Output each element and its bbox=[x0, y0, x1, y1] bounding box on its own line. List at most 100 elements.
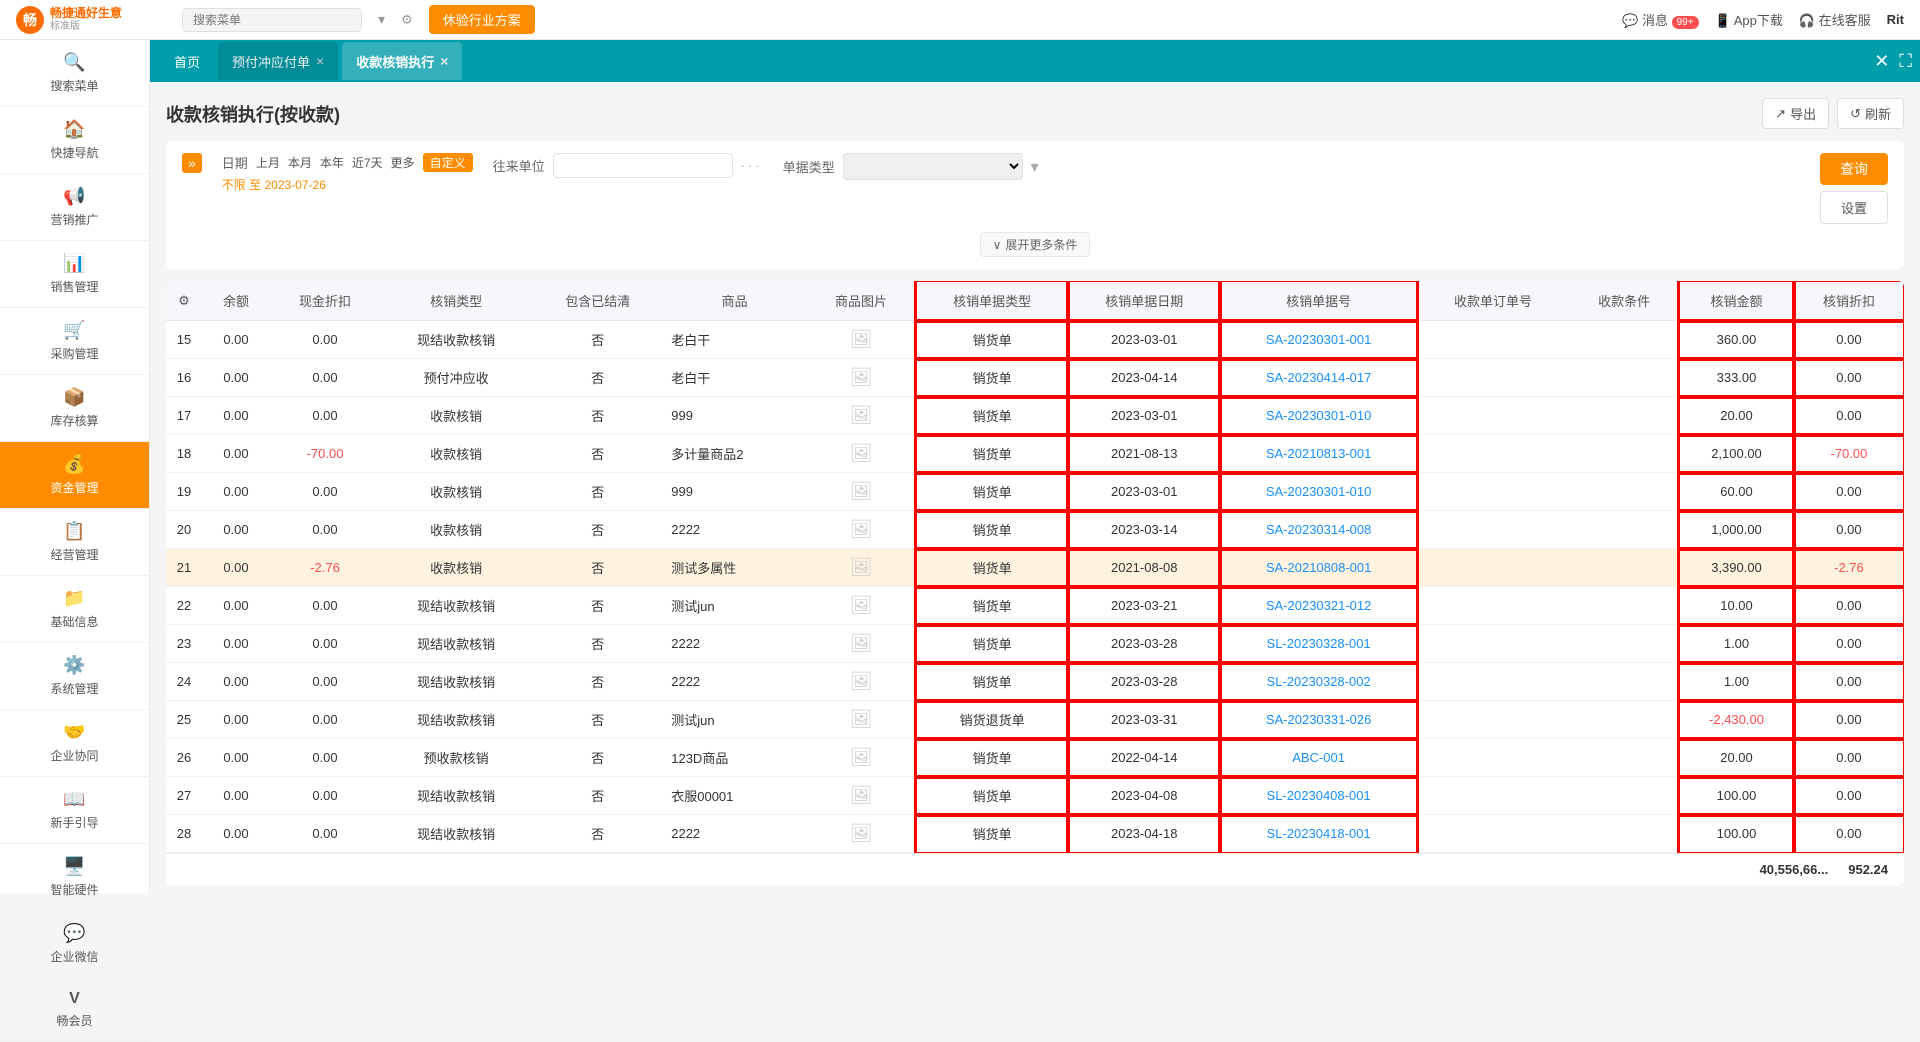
table-cell: 否 bbox=[532, 777, 663, 815]
user-name[interactable]: Rit bbox=[1887, 12, 1904, 27]
wo-number-link[interactable]: SA-20230301-001 bbox=[1266, 332, 1372, 347]
sidebar-item-operations[interactable]: 📋 经营管理 bbox=[0, 509, 149, 576]
table-cell bbox=[1569, 511, 1679, 549]
table-cell: 否 bbox=[532, 701, 663, 739]
app-name: 畅捷通好生意 bbox=[50, 6, 122, 20]
wo-number-link[interactable]: SL-20230408-001 bbox=[1267, 788, 1371, 803]
table-cell[interactable]: SA-20210813-001 bbox=[1220, 435, 1417, 473]
table-cell: 销货单 bbox=[916, 359, 1068, 397]
settings-button[interactable]: 设置 bbox=[1820, 191, 1888, 224]
wo-number-link[interactable]: SA-20210808-001 bbox=[1266, 560, 1372, 575]
top-search-input[interactable] bbox=[182, 8, 362, 32]
industry-btn[interactable]: 休验行业方案 bbox=[429, 5, 535, 34]
dropdown-icon[interactable]: ▾ bbox=[378, 11, 385, 28]
table-cell[interactable]: SL-20230328-001 bbox=[1220, 625, 1417, 663]
table-cell: 0.00 bbox=[1794, 625, 1904, 663]
wo-number-link[interactable]: SA-20230331-026 bbox=[1266, 712, 1372, 727]
sidebar-item-system[interactable]: ⚙️ 系统管理 bbox=[0, 643, 149, 710]
date-7days[interactable]: 近7天 bbox=[352, 154, 383, 171]
table-cell bbox=[1417, 321, 1569, 359]
table-cell bbox=[1417, 777, 1569, 815]
tab-prepay[interactable]: 预付冲应付单 × bbox=[218, 42, 338, 80]
maximize-icon[interactable]: ⛶ bbox=[1899, 51, 1912, 72]
table-cell: 60.00 bbox=[1679, 473, 1794, 511]
table-cell: 26 bbox=[166, 739, 202, 777]
table-cell[interactable]: SA-20230331-026 bbox=[1220, 701, 1417, 739]
date-last-month[interactable]: 上月 bbox=[256, 154, 280, 171]
table-cell bbox=[1569, 473, 1679, 511]
table-cell: 0.00 bbox=[270, 359, 380, 397]
app-download[interactable]: 📱 App下载 bbox=[1715, 10, 1783, 29]
table-row: 160.000.00预付冲应收否老白干🖼销货单2023-04-14SA-2023… bbox=[166, 359, 1904, 397]
wo-number-link[interactable]: SL-20230418-001 bbox=[1267, 826, 1371, 841]
wo-number-link[interactable]: SA-20230301-010 bbox=[1266, 484, 1372, 499]
wo-number-link[interactable]: SA-20230321-012 bbox=[1266, 598, 1372, 613]
col-settings-header[interactable]: ⚙ bbox=[166, 281, 202, 321]
sidebar-item-collab[interactable]: 🤝 企业协同 bbox=[0, 710, 149, 777]
sidebar-item-nav[interactable]: 🏠 快捷导航 bbox=[0, 107, 149, 174]
date-this-year[interactable]: 本年 bbox=[320, 154, 344, 171]
table-cell[interactable]: SL-20230418-001 bbox=[1220, 815, 1417, 853]
messages-icon[interactable]: 💬 消息 99+ bbox=[1622, 10, 1698, 29]
table-cell bbox=[1417, 549, 1569, 587]
date-more[interactable]: 更多 bbox=[391, 154, 415, 171]
main-layout: 🔍 搜索菜单 🏠 快捷导航 📢 营销推广 📊 销售管理 🛒 采购管理 📦 库存核… bbox=[0, 40, 1920, 893]
date-custom-btn[interactable]: 自定义 bbox=[423, 153, 473, 172]
sidebar-item-purchase[interactable]: 🛒 采购管理 bbox=[0, 308, 149, 375]
gear-icon[interactable]: ⚙ bbox=[401, 12, 413, 28]
wo-number-link[interactable]: SL-20230328-001 bbox=[1267, 636, 1371, 651]
voucher-type-select[interactable] bbox=[843, 153, 1023, 180]
table-cell[interactable]: SA-20230301-010 bbox=[1220, 473, 1417, 511]
table-cell[interactable]: SL-20230328-002 bbox=[1220, 663, 1417, 701]
expand-btn[interactable]: ∨ 展开更多条件 bbox=[980, 232, 1091, 257]
sidebar-item-wechat[interactable]: 💬 企业微信 bbox=[0, 911, 149, 978]
sidebar-item-inventory[interactable]: 📦 库存核算 bbox=[0, 375, 149, 442]
wo-number-link[interactable]: SA-20230301-010 bbox=[1266, 408, 1372, 423]
wo-number-link[interactable]: SA-20230314-008 bbox=[1266, 522, 1372, 537]
sidebar-item-hardware[interactable]: 🖥️ 智能硬件 bbox=[0, 844, 149, 911]
table-cell: 2222 bbox=[663, 625, 806, 663]
partner-input[interactable] bbox=[553, 153, 733, 178]
sidebar-item-base[interactable]: 📁 基础信息 bbox=[0, 576, 149, 643]
tab-writeoff-close[interactable]: × bbox=[440, 53, 448, 69]
table-cell[interactable]: SA-20230414-017 bbox=[1220, 359, 1417, 397]
tab-prepay-close[interactable]: × bbox=[316, 53, 324, 69]
date-this-month[interactable]: 本月 bbox=[288, 154, 312, 171]
table-cell: 0.00 bbox=[202, 397, 270, 435]
wo-number-link[interactable]: ABC-001 bbox=[1292, 750, 1345, 765]
table-cell[interactable]: ABC-001 bbox=[1220, 739, 1417, 777]
refresh-button[interactable]: ↺ 刷新 bbox=[1837, 98, 1904, 129]
table-cell[interactable]: SA-20230301-010 bbox=[1220, 397, 1417, 435]
table-cell[interactable]: SA-20230301-001 bbox=[1220, 321, 1417, 359]
table-row: 190.000.00收款核销否999🖼销货单2023-03-01SA-20230… bbox=[166, 473, 1904, 511]
close-window-icon[interactable]: ✕ bbox=[1874, 51, 1889, 72]
table-cell[interactable]: SA-20210808-001 bbox=[1220, 549, 1417, 587]
data-table: ⚙ 余额 现金折扣 核销类型 包含已结清 商品 商品图片 核销单据类型 核销单据… bbox=[166, 281, 1904, 853]
search-button[interactable]: 查询 bbox=[1820, 153, 1888, 185]
wo-number-link[interactable]: SA-20230414-017 bbox=[1266, 370, 1372, 385]
sidebar-item-guide[interactable]: 📖 新手引导 bbox=[0, 777, 149, 844]
table-cell: 2,100.00 bbox=[1679, 435, 1794, 473]
sidebar-item-search[interactable]: 🔍 搜索菜单 bbox=[0, 40, 149, 107]
sidebar-item-vip[interactable]: V 畅会员 bbox=[0, 978, 149, 1042]
wo-number-link[interactable]: SL-20230328-002 bbox=[1267, 674, 1371, 689]
table-cell: 10.00 bbox=[1679, 587, 1794, 625]
filter-collapse-btn[interactable]: » bbox=[182, 153, 202, 173]
col-goods-header: 商品 bbox=[663, 281, 806, 321]
sidebar-item-finance[interactable]: 💰 资金管理 bbox=[0, 442, 149, 509]
table-cell: 2022-04-14 bbox=[1068, 739, 1220, 777]
wo-number-link[interactable]: SA-20210813-001 bbox=[1266, 446, 1372, 461]
collapse-icon[interactable]: » bbox=[182, 153, 202, 173]
export-button[interactable]: ↗ 导出 bbox=[1762, 98, 1829, 129]
tab-writeoff[interactable]: 收款核销执行 × bbox=[342, 42, 462, 80]
tab-home[interactable]: 首页 bbox=[158, 40, 216, 82]
table-cell: 24 bbox=[166, 663, 202, 701]
table-cell: 0.00 bbox=[202, 359, 270, 397]
sidebar-item-sales[interactable]: 📊 销售管理 bbox=[0, 241, 149, 308]
table-cell[interactable]: SL-20230408-001 bbox=[1220, 777, 1417, 815]
sidebar-item-marketing[interactable]: 📢 营销推广 bbox=[0, 174, 149, 241]
table-cell[interactable]: SA-20230321-012 bbox=[1220, 587, 1417, 625]
sidebar-item-label: 营销推广 bbox=[50, 211, 98, 228]
table-cell[interactable]: SA-20230314-008 bbox=[1220, 511, 1417, 549]
online-service[interactable]: 🎧 在线客服 bbox=[1799, 10, 1871, 29]
